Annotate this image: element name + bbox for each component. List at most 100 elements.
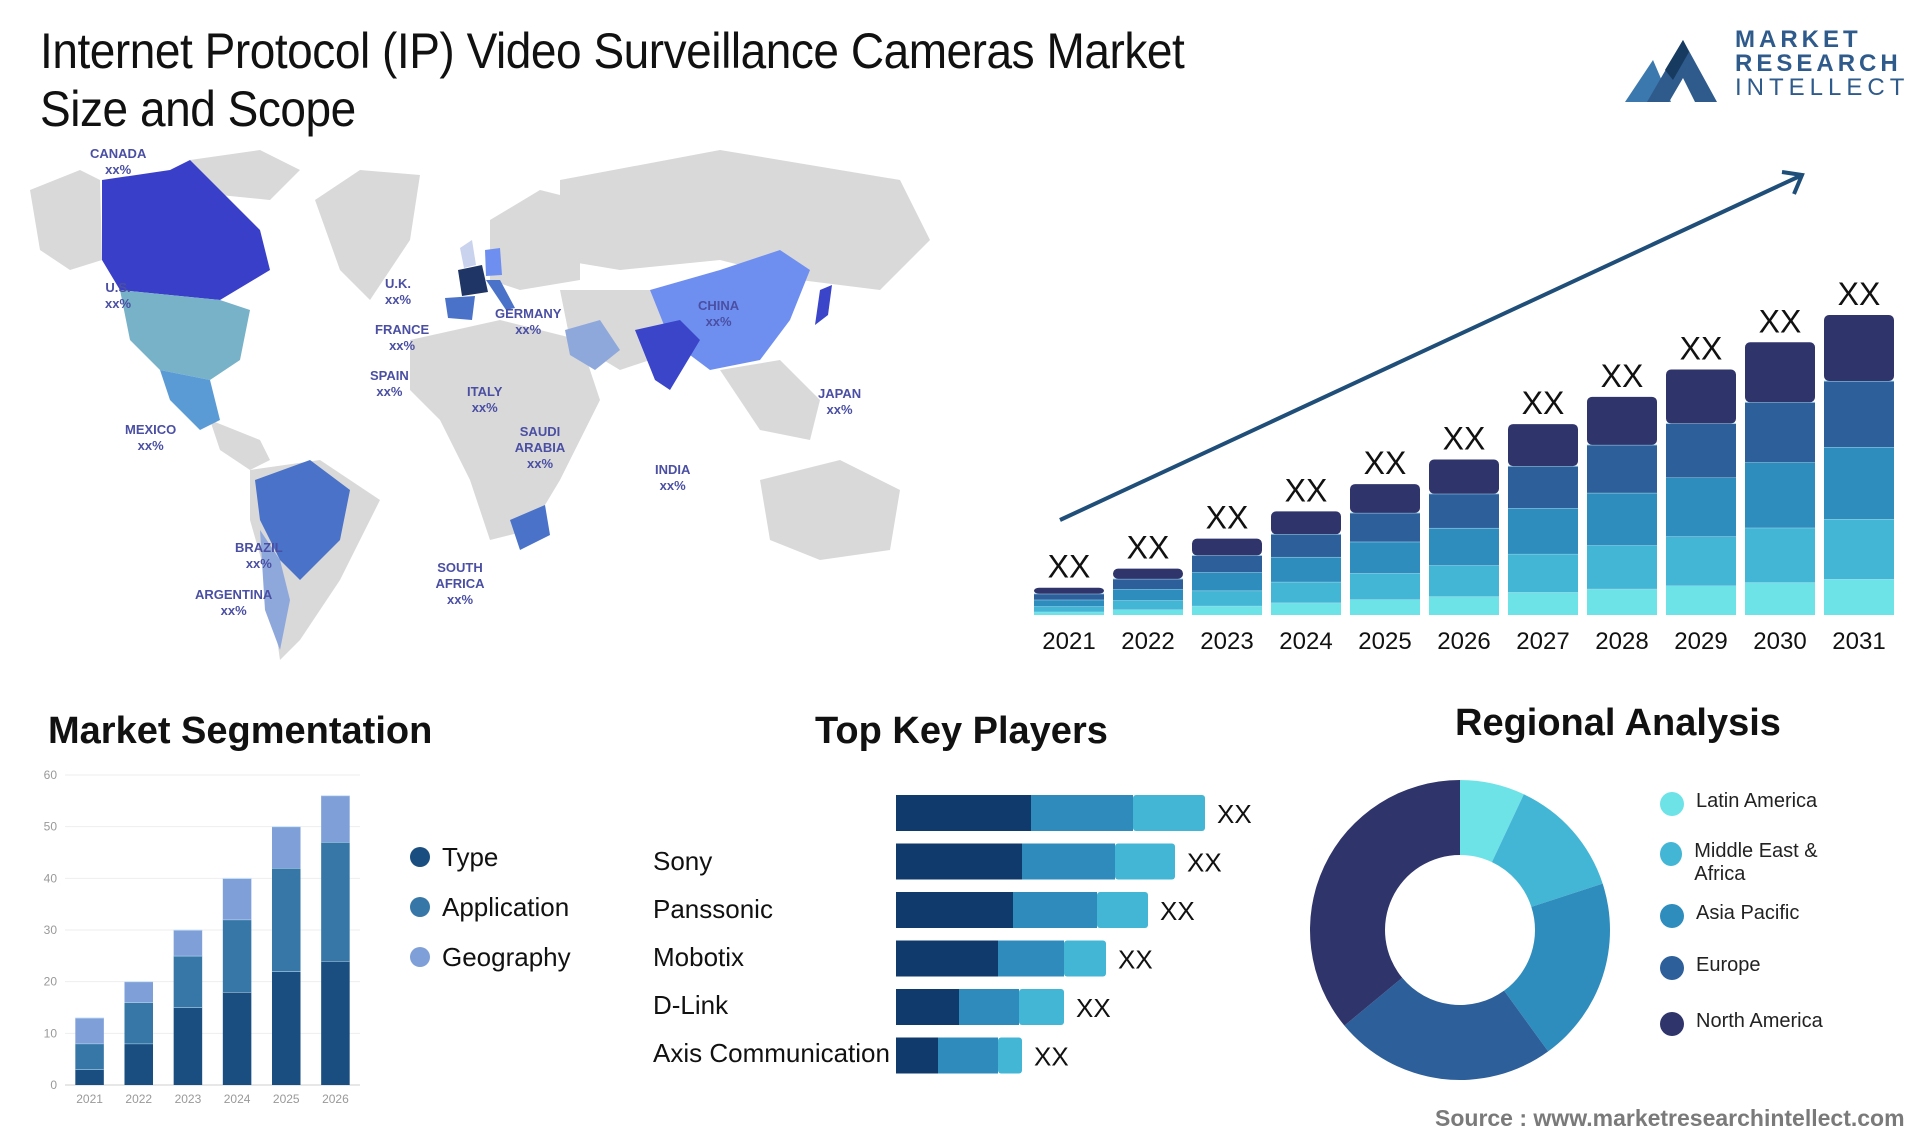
legend-dot-icon xyxy=(1660,904,1684,928)
regional-legend: Latin America Middle East & Africa Asia … xyxy=(1660,790,1860,1060)
growth-bar-segment xyxy=(1745,527,1815,583)
growth-x-tick: 2021 xyxy=(1042,628,1095,655)
seg-y-tick: 0 xyxy=(50,1078,57,1092)
growth-bar-segment xyxy=(1429,493,1499,528)
growth-bar-segment xyxy=(1508,553,1578,593)
key-players-chart: XX XX XX XX XX XX Sony Panssonic Mobotix D-Li… xyxy=(640,780,1320,1100)
seg-y-tick: 10 xyxy=(44,1026,58,1040)
legend-dot-icon xyxy=(1660,792,1684,816)
growth-bar-segment xyxy=(1429,459,1499,494)
segmentation-chart: 0 10 20 30 40 50 60 2021 2022 2023 2024 2025 2026 xyxy=(30,760,370,1120)
growth-bar-2021 xyxy=(1034,587,1104,615)
map-region-germany[interactable] xyxy=(485,248,502,276)
growth-bar-segment xyxy=(1508,466,1578,509)
title-line-1: Internet Protocol (IP) Video Surveillanc… xyxy=(40,23,1185,79)
player-label-axis-communication: Axis Communication xyxy=(653,1038,890,1068)
player-bar-segment xyxy=(1064,940,1106,977)
growth-data-label: XX xyxy=(1680,331,1723,367)
seg-bar-application-2021 xyxy=(75,1043,104,1070)
growth-bar-segment xyxy=(1271,602,1341,615)
player-bar-segment xyxy=(896,843,1022,880)
growth-x-tick: 2024 xyxy=(1279,628,1332,655)
growth-bar-segment xyxy=(1034,606,1104,612)
seg-bar-type-2023 xyxy=(173,1007,203,1085)
map-label-us: U.S. xx% xyxy=(105,280,132,311)
legend-item-europe: Europe xyxy=(1660,954,1860,1010)
growth-bar-2029 xyxy=(1666,369,1736,615)
growth-bar-2026 xyxy=(1429,459,1499,615)
seg-bar-geography-2023 xyxy=(173,930,203,956)
growth-x-tick: 2022 xyxy=(1121,628,1174,655)
map-label-canada: CANADA xx% xyxy=(90,146,147,177)
map-region-us[interactable] xyxy=(120,290,250,380)
southeast-asia-shape xyxy=(720,360,820,440)
legend-item-geography: Geography xyxy=(410,932,571,982)
growth-x-tick: 2023 xyxy=(1200,628,1253,655)
player-bar-segment xyxy=(1022,843,1115,880)
growth-x-tick: 2028 xyxy=(1595,628,1648,655)
seg-bar-geography-2024 xyxy=(222,878,252,920)
growth-bar-segment xyxy=(1350,599,1420,615)
map-label-india: INDIA xx% xyxy=(655,462,691,493)
seg-bar-application-2026 xyxy=(321,842,350,961)
growth-bar-segment xyxy=(1429,596,1499,615)
title-line-2: Size and Scope xyxy=(40,81,356,137)
player-bar-segment xyxy=(1031,795,1133,831)
growth-bar-segment xyxy=(1666,423,1736,478)
map-label-germany: GERMANY xx% xyxy=(495,306,562,337)
growth-data-label: XX xyxy=(1601,358,1644,394)
growth-bar-segment xyxy=(1350,484,1420,513)
segmentation-title: Market Segmentation xyxy=(48,710,433,752)
growth-bar-2027 xyxy=(1508,424,1578,615)
growth-bar-segment xyxy=(1113,578,1183,590)
seg-bar-type-2025 xyxy=(271,971,301,1085)
seg-bar-application-2023 xyxy=(173,955,203,1008)
growth-bar-segment xyxy=(1192,605,1262,615)
growth-data-label: XX xyxy=(1285,472,1328,508)
player-bar-segment xyxy=(959,989,1019,1025)
australia-shape xyxy=(760,460,900,560)
segmentation-legend: Type Application Geography xyxy=(410,832,571,982)
seg-bar-application-2024 xyxy=(222,919,252,992)
map-label-saudi-arabia: SAUDI ARABIA xx% xyxy=(514,424,566,471)
map-region-france[interactable] xyxy=(458,265,488,296)
growth-bar-segment xyxy=(1824,447,1894,519)
logo-line-2: RESEARCH xyxy=(1735,50,1902,77)
growth-bar-segment xyxy=(1034,587,1104,594)
growth-bar-segment xyxy=(1824,519,1894,579)
player-data-label: XX xyxy=(1217,799,1252,829)
growth-bar-segment xyxy=(1192,590,1262,606)
map-label-mexico: MEXICO xx% xyxy=(125,422,177,453)
player-bar-segment xyxy=(1097,892,1148,928)
growth-bar-segment xyxy=(1192,538,1262,556)
player-bar-segment xyxy=(896,892,1013,928)
growth-data-label: XX xyxy=(1443,421,1486,457)
growth-bar-segment xyxy=(1508,592,1578,615)
legend-item-latin-america: Latin America xyxy=(1660,790,1860,840)
map-label-uk: U.K. xx% xyxy=(385,276,412,307)
brand-logo: MARKET RESEARCH INTELLECT xyxy=(1625,28,1915,108)
map-label-spain: SPAIN xx% xyxy=(370,368,409,399)
growth-bar-segment xyxy=(1271,534,1341,557)
growth-bar-segment xyxy=(1824,579,1894,615)
growth-bar-segment xyxy=(1745,402,1815,463)
map-region-uk[interactable] xyxy=(460,240,476,268)
growth-bar-segment xyxy=(1350,573,1420,600)
map-region-japan[interactable] xyxy=(815,285,832,325)
seg-bar-application-2022 xyxy=(124,1002,154,1044)
growth-bar-segment xyxy=(1666,369,1736,424)
seg-y-tick: 50 xyxy=(44,820,58,834)
map-region-spain[interactable] xyxy=(445,296,475,320)
source-text: Source : www.marketresearchintellect.com xyxy=(1435,1105,1905,1131)
seg-y-tick: 40 xyxy=(44,871,58,885)
key-players-title: Top Key Players xyxy=(815,710,1108,752)
growth-data-label: XX xyxy=(1522,385,1565,421)
growth-bar-segment xyxy=(1587,396,1657,445)
player-label-mobotix: Mobotix xyxy=(653,942,745,972)
seg-bar-type-2026 xyxy=(321,961,350,1085)
donut-slice-north-america xyxy=(1310,780,1460,1026)
growth-x-tick: 2031 xyxy=(1832,628,1885,655)
player-data-label: XX xyxy=(1187,848,1222,878)
seg-y-tick: 30 xyxy=(44,923,58,937)
growth-data-label: XX xyxy=(1048,549,1091,585)
